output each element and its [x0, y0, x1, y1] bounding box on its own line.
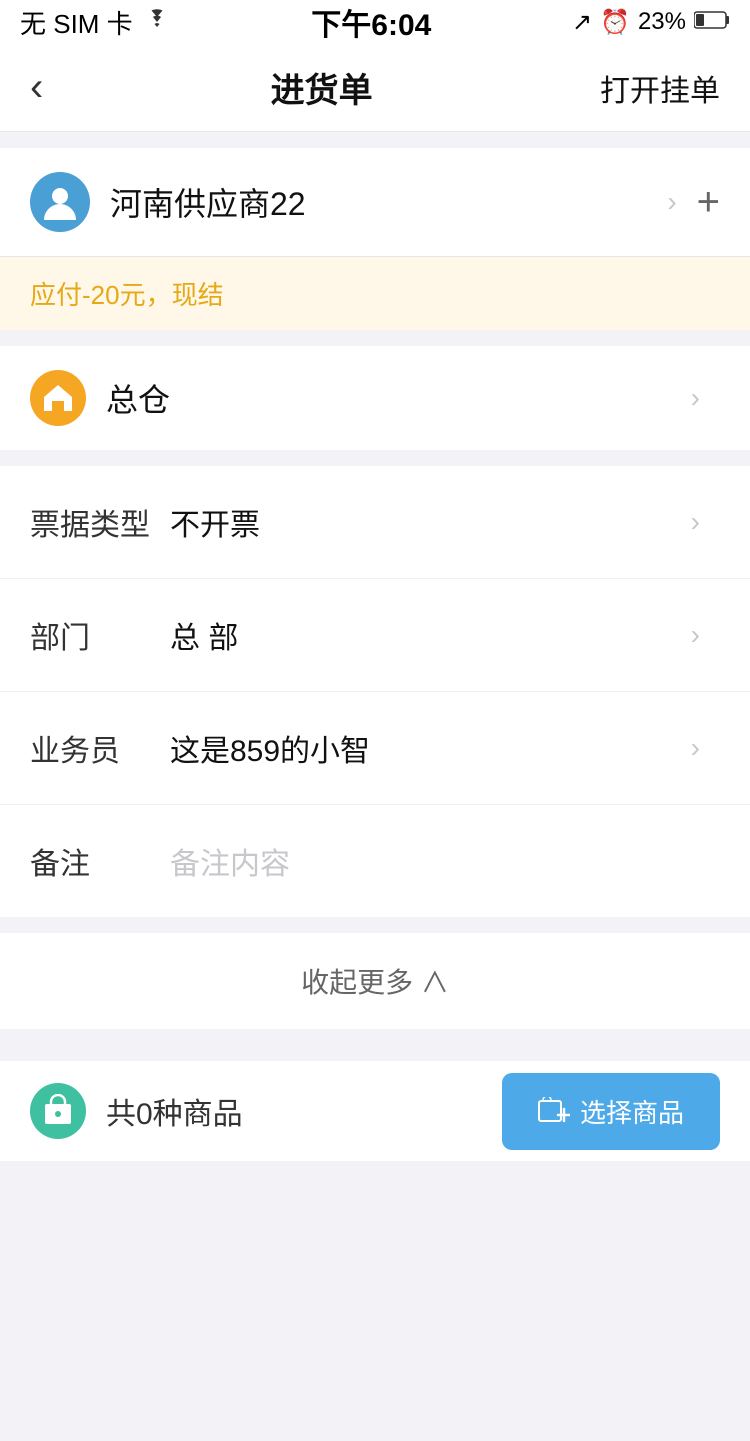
salesperson-chevron-icon: › [691, 732, 700, 764]
supplier-chevron-icon: › [667, 186, 676, 218]
invoice-chevron-icon: › [691, 506, 700, 538]
battery-icon [694, 8, 730, 36]
background-area [0, 1161, 750, 1441]
invoice-type-value: 不开票 [170, 500, 691, 544]
collapse-bar[interactable]: 收起更多 ∧ [0, 933, 750, 1029]
salesperson-row[interactable]: 业务员 这是859的小智 › [0, 692, 750, 805]
salesperson-label: 业务员 [30, 726, 170, 770]
collapse-label: 收起更多 ∧ [301, 967, 449, 998]
invoice-type-row[interactable]: 票据类型 不开票 › [0, 466, 750, 579]
remark-input[interactable]: 备注内容 [170, 839, 720, 883]
warehouse-icon [30, 370, 86, 426]
select-product-button[interactable]: 选择商品 [502, 1073, 720, 1150]
status-left: 无 SIM 卡 [20, 4, 171, 41]
remark-label: 备注 [30, 839, 170, 883]
form-section: 票据类型 不开票 › 部门 总 部 › 业务员 这是859的小智 › 备注 备注… [0, 466, 750, 917]
remark-row[interactable]: 备注 备注内容 [0, 805, 750, 917]
nav-bar: ‹ 进货单 打开挂单 [0, 44, 750, 132]
supplier-name: 河南供应商22 [110, 179, 667, 225]
section-divider-3 [0, 1029, 750, 1045]
invoice-type-label: 票据类型 [30, 500, 170, 544]
network-status: 无 SIM 卡 [20, 4, 133, 41]
warehouse-section: 总仓 › [0, 346, 750, 450]
warehouse-row[interactable]: 总仓 › [0, 346, 750, 450]
salesperson-value: 这是859的小智 [170, 726, 691, 770]
bottom-bar: 共0种商品 选择商品 [0, 1061, 750, 1161]
status-time: 下午6:04 [311, 0, 431, 44]
supplier-row[interactable]: 河南供应商22 › + [0, 148, 750, 257]
supplier-avatar [30, 172, 90, 232]
warehouse-chevron-icon: › [691, 382, 700, 414]
status-right: ↗ ⏰ 23% [572, 8, 730, 37]
notice-bar: 应付-20元，现结 [0, 257, 750, 330]
warehouse-name: 总仓 [106, 375, 691, 421]
select-product-label: 选择商品 [580, 1093, 684, 1130]
status-bar: 无 SIM 卡 下午6:04 ↗ ⏰ 23% [0, 0, 750, 44]
wifi-icon [143, 7, 171, 38]
page-title: 进货单 [271, 63, 373, 112]
open-pending-button[interactable]: 打开挂单 [600, 66, 720, 110]
section-divider-2 [0, 330, 750, 346]
department-label: 部门 [30, 613, 170, 657]
add-button[interactable]: + [697, 180, 720, 225]
product-count-icon [30, 1083, 86, 1139]
supplier-section: 河南供应商22 › + 应付-20元，现结 [0, 148, 750, 330]
department-chevron-icon: › [691, 619, 700, 651]
department-value: 总 部 [170, 613, 691, 657]
location-icon: ↗ [572, 8, 592, 37]
department-row[interactable]: 部门 总 部 › [0, 579, 750, 692]
battery-percent: 23% [638, 8, 686, 36]
product-count-text: 共0种商品 [106, 1089, 502, 1133]
back-button[interactable]: ‹ [30, 65, 43, 110]
notice-text: 应付-20元，现结 [30, 280, 224, 310]
alarm-icon: ⏰ [600, 8, 630, 37]
section-divider-1 [0, 132, 750, 148]
